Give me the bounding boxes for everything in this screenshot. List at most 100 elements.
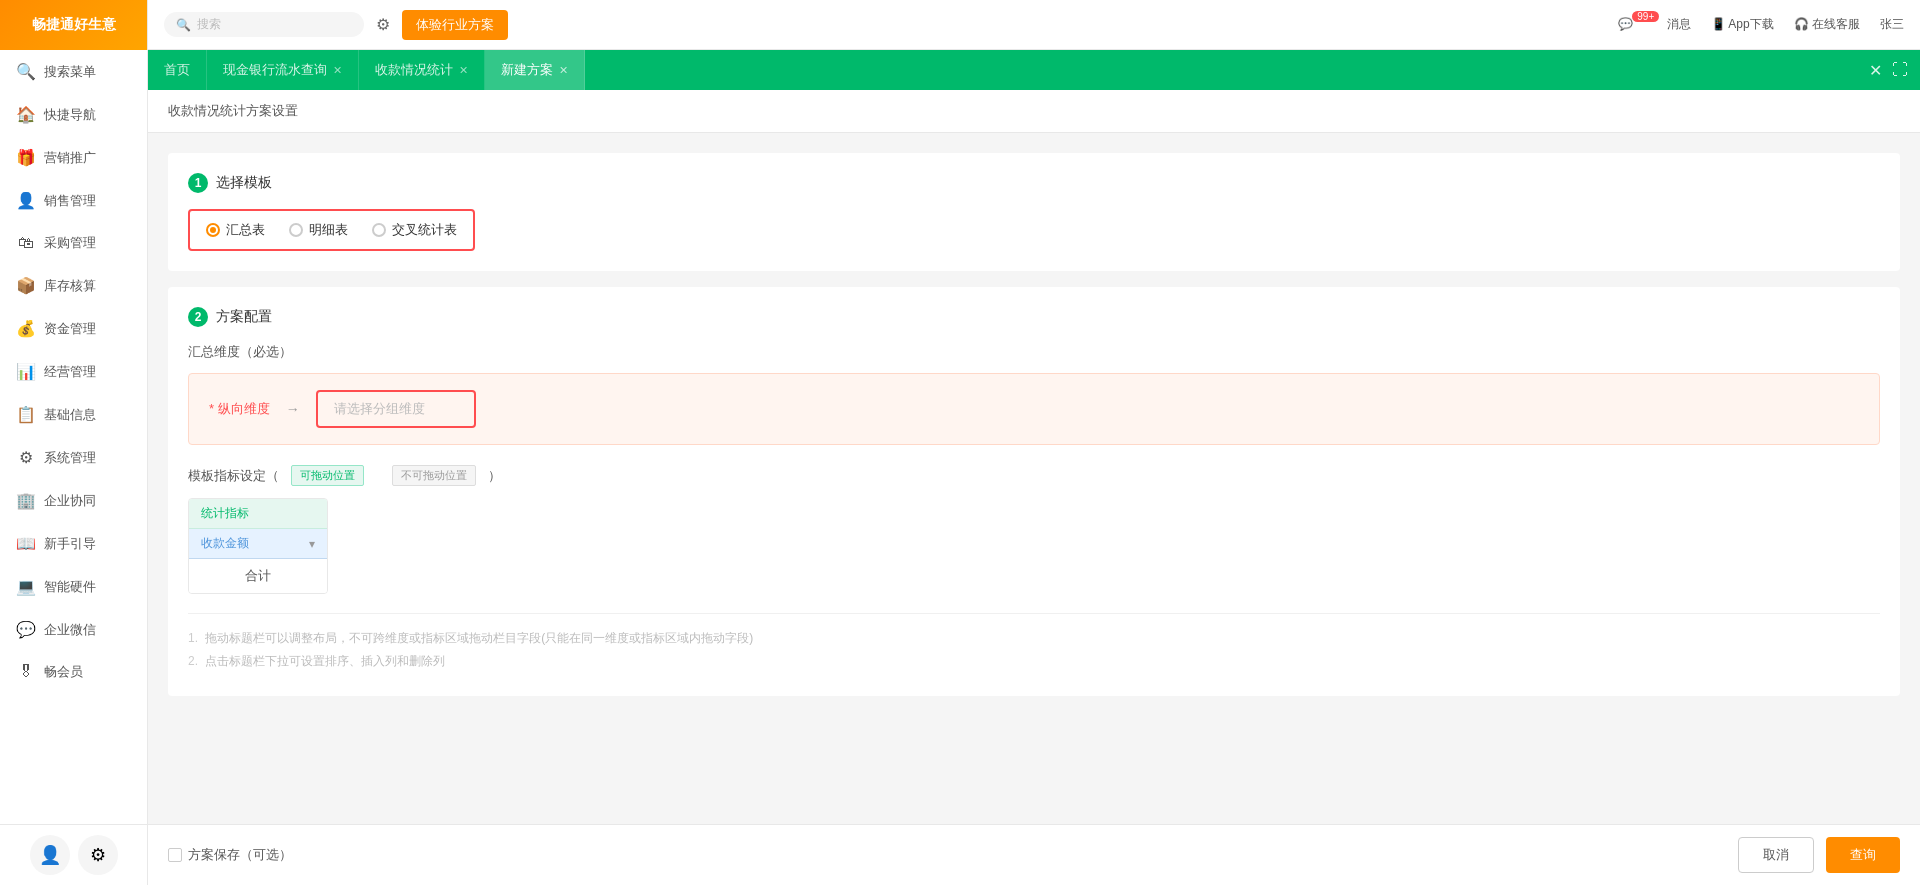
main-area: 🔍 搜索 ⚙ 体验行业方案 💬 99+ 消息 📱 App下载 🎧 在线客服 张三… [148, 0, 1920, 885]
tab-bank-label: 现金银行流水查询 [223, 61, 327, 79]
sidebar-item-label: 基础信息 [44, 406, 96, 424]
sidebar-item-label: 库存核算 [44, 277, 96, 295]
content-area: 收款情况统计方案设置 1 选择模板 汇总表 明细表 [148, 90, 1920, 885]
sidebar-item-label: 畅会员 [44, 663, 83, 681]
sidebar-item-marketing[interactable]: 🎁 营销推广 [0, 136, 147, 179]
hint-1: 1. 拖动标题栏可以调整布局，不可跨维度或指标区域拖动栏目字段(只能在同一维度或… [188, 630, 1880, 647]
message-area[interactable]: 💬 99+ 消息 [1618, 16, 1691, 33]
sidebar-item-guide[interactable]: 📖 新手引导 [0, 522, 147, 565]
sidebar-avatar[interactable]: 👤 [30, 835, 70, 875]
user-name[interactable]: 张三 [1880, 16, 1904, 33]
topbar: 🔍 搜索 ⚙ 体验行业方案 💬 99+ 消息 📱 App下载 🎧 在线客服 张三 [148, 0, 1920, 50]
sidebar-item-inventory[interactable]: 📦 库存核算 [0, 264, 147, 307]
dimension-box: 纵向维度 → 请选择分组维度 [188, 373, 1880, 445]
sidebar-item-label: 销售管理 [44, 192, 96, 210]
dimension-placeholder: 请选择分组维度 [334, 401, 425, 416]
hardware-icon: 💻 [16, 577, 36, 596]
sidebar-item-wechat[interactable]: 💬 企业微信 [0, 608, 147, 651]
tab-new-plan[interactable]: 新建方案 ✕ [485, 50, 585, 90]
box-icon: 📦 [16, 276, 36, 295]
step1-title: 1 选择模板 [188, 173, 1880, 193]
chevron-down-icon[interactable]: ▾ [309, 537, 315, 551]
cancel-button[interactable]: 取消 [1738, 837, 1814, 873]
radio-cross-circle [372, 223, 386, 237]
query-button[interactable]: 查询 [1826, 837, 1900, 873]
sidebar-item-label: 采购管理 [44, 234, 96, 252]
tab-home[interactable]: 首页 [148, 50, 207, 90]
tab-new-plan-close[interactable]: ✕ [559, 64, 568, 77]
tab-bank-close[interactable]: ✕ [333, 64, 342, 77]
draggable-tag-label: 可拖动位置 [300, 468, 355, 483]
sidebar-item-sales[interactable]: 👤 销售管理 [0, 179, 147, 222]
dimension-title: 汇总维度（必选） [188, 343, 1880, 361]
sidebar-item-capital[interactable]: 💰 资金管理 [0, 307, 147, 350]
topbar-right: 💬 99+ 消息 📱 App下载 🎧 在线客服 张三 [1618, 16, 1904, 33]
dimension-row: 纵向维度 → 请选择分组维度 [209, 390, 1859, 428]
industry-btn[interactable]: 体验行业方案 [402, 10, 508, 40]
sidebar-item-label: 快捷导航 [44, 106, 96, 124]
radio-cross[interactable]: 交叉统计表 [372, 221, 457, 239]
arrow-icon: → [286, 401, 300, 417]
support-area[interactable]: 🎧 在线客服 [1794, 16, 1860, 33]
sidebar-bottom: 👤 ⚙ [0, 824, 147, 885]
page-breadcrumb: 收款情况统计方案设置 [148, 90, 1920, 133]
settings-icon[interactable]: ⚙ [376, 15, 390, 34]
tab-stats-label: 收款情况统计 [375, 61, 453, 79]
download-icon: 📱 [1711, 17, 1726, 31]
tab-stats[interactable]: 收款情况统计 ✕ [359, 50, 485, 90]
sidebar-item-purchase[interactable]: 🛍 采购管理 [0, 222, 147, 264]
building-icon: 🏢 [16, 491, 36, 510]
sidebar-item-label: 搜索菜单 [44, 63, 96, 81]
sidebar-item-hardware[interactable]: 💻 智能硬件 [0, 565, 147, 608]
sidebar-item-quick-nav[interactable]: 🏠 快捷导航 [0, 93, 147, 136]
metrics-metric-row[interactable]: 收款金额 ▾ [189, 529, 327, 559]
home-icon: 🏠 [16, 105, 36, 124]
download-area[interactable]: 📱 App下载 [1711, 16, 1774, 33]
hint-2: 2. 点击标题栏下拉可设置排序、插入列和删除列 [188, 653, 1880, 670]
search-box[interactable]: 🔍 搜索 [164, 12, 364, 37]
radio-detail[interactable]: 明细表 [289, 221, 348, 239]
radio-summary-circle [206, 223, 220, 237]
bag-icon: 🛍 [16, 234, 36, 252]
step2-section: 2 方案配置 汇总维度（必选） 纵向维度 → 请选择分组维度 [168, 287, 1900, 696]
logo-text: 畅捷通好生意 [32, 16, 116, 34]
template-options: 汇总表 明细表 交叉统计表 [188, 209, 475, 251]
hint-2-num: 2. [188, 654, 198, 668]
search-placeholder-text: 搜索 [197, 16, 221, 33]
hint-1-num: 1. [188, 631, 198, 645]
user-icon: 👤 [16, 191, 36, 210]
save-option: 方案保存（可选） [168, 846, 292, 864]
dimension-select[interactable]: 请选择分组维度 [316, 390, 476, 428]
sidebar-item-operation[interactable]: 📊 经营管理 [0, 350, 147, 393]
sidebar-item-label: 资金管理 [44, 320, 96, 338]
sidebar-settings[interactable]: ⚙ [78, 835, 118, 875]
book-icon: 📖 [16, 534, 36, 553]
step1-section: 1 选择模板 汇总表 明细表 交叉统计表 [168, 153, 1900, 271]
support-icon: 🎧 [1794, 17, 1809, 31]
metrics-header: 模板指标设定（ 可拖动位置 不可拖动位置 ） [188, 465, 1880, 486]
tab-close-all-icon[interactable]: ✕ [1869, 61, 1882, 80]
hint-1-text: 拖动标题栏可以调整布局，不可跨维度或指标区域拖动栏目字段(只能在同一维度或指标区… [205, 631, 753, 645]
sidebar-item-label: 新手引导 [44, 535, 96, 553]
message-icon: 💬 [1618, 17, 1633, 31]
radio-summary[interactable]: 汇总表 [206, 221, 265, 239]
tab-bank[interactable]: 现金银行流水查询 ✕ [207, 50, 359, 90]
bottom-actions: 取消 查询 [1738, 837, 1900, 873]
sidebar-item-system[interactable]: ⚙ 系统管理 [0, 436, 147, 479]
tab-bar: 首页 现金银行流水查询 ✕ 收款情况统计 ✕ 新建方案 ✕ ✕ ⛶ [148, 50, 1920, 90]
metrics-close-paren: ） [488, 467, 501, 485]
tab-new-plan-label: 新建方案 [501, 61, 553, 79]
support-label: 在线客服 [1812, 17, 1860, 31]
tab-expand-icon[interactable]: ⛶ [1892, 61, 1908, 79]
save-checkbox[interactable] [168, 848, 182, 862]
sidebar-item-search-menu[interactable]: 🔍 搜索菜单 [0, 50, 147, 93]
tab-stats-close[interactable]: ✕ [459, 64, 468, 77]
app-logo: 畅捷通好生意 [0, 0, 147, 50]
chat-icon: 💬 [16, 620, 36, 639]
hints-area: 1. 拖动标题栏可以调整布局，不可跨维度或指标区域拖动栏目字段(只能在同一维度或… [188, 613, 1880, 670]
sidebar-item-enterprise[interactable]: 🏢 企业协同 [0, 479, 147, 522]
metric-name-label: 收款金额 [201, 535, 249, 552]
search-menu-icon: 🔍 [16, 62, 36, 81]
sidebar-item-basic[interactable]: 📋 基础信息 [0, 393, 147, 436]
sidebar-item-member[interactable]: 🎖 畅会员 [0, 651, 147, 693]
